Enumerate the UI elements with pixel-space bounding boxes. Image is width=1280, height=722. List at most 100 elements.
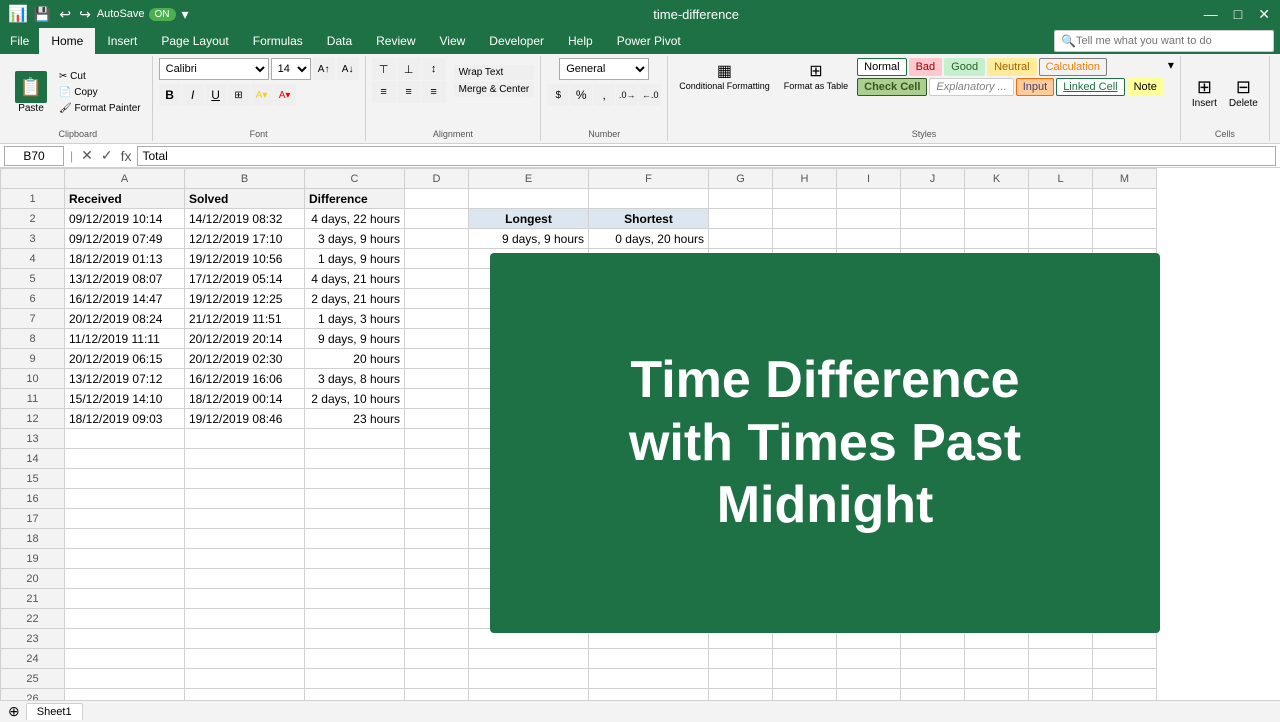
- col-header-f[interactable]: F: [589, 169, 709, 189]
- cell-C3[interactable]: 3 days, 9 hours: [305, 229, 405, 249]
- cell-G2[interactable]: [709, 209, 773, 229]
- cell-M1[interactable]: [1093, 189, 1157, 209]
- cell-B22[interactable]: [185, 609, 305, 629]
- tab-power-pivot[interactable]: Power Pivot: [605, 28, 693, 54]
- cell-G3[interactable]: [709, 229, 773, 249]
- underline-button[interactable]: U: [205, 84, 227, 106]
- cell-E25[interactable]: [469, 669, 589, 689]
- cell-H25[interactable]: [773, 669, 837, 689]
- cancel-formula-button[interactable]: ✕: [79, 147, 95, 164]
- cell-B9[interactable]: 20/12/2019 02:30: [185, 349, 305, 369]
- cell-B6[interactable]: 19/12/2019 12:25: [185, 289, 305, 309]
- cell-A9[interactable]: 20/12/2019 06:15: [65, 349, 185, 369]
- style-check-cell[interactable]: Check Cell: [857, 78, 927, 96]
- cell-E3[interactable]: 9 days, 9 hours: [469, 229, 589, 249]
- format-as-table-button[interactable]: ⊞ Format as Table: [779, 58, 853, 94]
- align-bottom-button[interactable]: ↕: [422, 58, 446, 80]
- cell-B5[interactable]: 17/12/2019 05:14: [185, 269, 305, 289]
- cell-A16[interactable]: [65, 489, 185, 509]
- cell-D14[interactable]: [405, 449, 469, 469]
- insert-button[interactable]: ⊞ Insert: [1187, 74, 1222, 112]
- sheet-tab-sheet1[interactable]: Sheet1: [26, 703, 83, 720]
- border-button[interactable]: ⊞: [228, 84, 250, 106]
- confirm-formula-button[interactable]: ✓: [99, 147, 115, 164]
- styles-dropdown-button[interactable]: ▾: [1168, 58, 1174, 72]
- cell-A21[interactable]: [65, 589, 185, 609]
- cell-D2[interactable]: [405, 209, 469, 229]
- col-header-g[interactable]: G: [709, 169, 773, 189]
- cell-C2[interactable]: 4 days, 22 hours: [305, 209, 405, 229]
- search-bar[interactable]: 🔍: [1054, 30, 1274, 52]
- cell-B3[interactable]: 12/12/2019 17:10: [185, 229, 305, 249]
- col-header-i[interactable]: I: [837, 169, 901, 189]
- cell-A15[interactable]: [65, 469, 185, 489]
- cell-K2[interactable]: [965, 209, 1029, 229]
- italic-button[interactable]: I: [182, 84, 204, 106]
- cell-B14[interactable]: [185, 449, 305, 469]
- cell-D4[interactable]: [405, 249, 469, 269]
- cell-D11[interactable]: [405, 389, 469, 409]
- cell-C15[interactable]: [305, 469, 405, 489]
- cell-A6[interactable]: 16/12/2019 14:47: [65, 289, 185, 309]
- align-right-button[interactable]: ≡: [422, 81, 446, 103]
- cell-B19[interactable]: [185, 549, 305, 569]
- style-calculation[interactable]: Calculation: [1039, 58, 1107, 76]
- minimize-icon[interactable]: —: [1202, 6, 1220, 22]
- format-painter-button[interactable]: 🖌 Format Painter: [54, 101, 146, 116]
- cell-J24[interactable]: [901, 649, 965, 669]
- cell-A1[interactable]: Received: [65, 189, 185, 209]
- percent-button[interactable]: %: [570, 84, 592, 106]
- style-linked-cell[interactable]: Linked Cell: [1056, 78, 1124, 96]
- align-top-button[interactable]: ⊤: [372, 58, 396, 80]
- col-header-b[interactable]: B: [185, 169, 305, 189]
- align-middle-button[interactable]: ⊥: [397, 58, 421, 80]
- cell-A7[interactable]: 20/12/2019 08:24: [65, 309, 185, 329]
- font-size-select[interactable]: 14: [271, 58, 311, 80]
- col-header-m[interactable]: M: [1093, 169, 1157, 189]
- cell-A19[interactable]: [65, 549, 185, 569]
- cell-C21[interactable]: [305, 589, 405, 609]
- cell-D19[interactable]: [405, 549, 469, 569]
- merge-center-button[interactable]: Merge & Center: [454, 82, 535, 97]
- cell-C23[interactable]: [305, 629, 405, 649]
- cell-B17[interactable]: [185, 509, 305, 529]
- cell-D13[interactable]: [405, 429, 469, 449]
- cell-F24[interactable]: [589, 649, 709, 669]
- cell-A14[interactable]: [65, 449, 185, 469]
- cell-B18[interactable]: [185, 529, 305, 549]
- cell-C25[interactable]: [305, 669, 405, 689]
- cell-D8[interactable]: [405, 329, 469, 349]
- tab-data[interactable]: Data: [315, 28, 364, 54]
- col-header-a[interactable]: A: [65, 169, 185, 189]
- cell-reference-box[interactable]: [4, 146, 64, 166]
- cell-B8[interactable]: 20/12/2019 20:14: [185, 329, 305, 349]
- style-note[interactable]: Note: [1127, 78, 1164, 96]
- cell-C13[interactable]: [305, 429, 405, 449]
- tab-help[interactable]: Help: [556, 28, 605, 54]
- cell-M24[interactable]: [1093, 649, 1157, 669]
- cell-K3[interactable]: [965, 229, 1029, 249]
- wrap-text-button[interactable]: Wrap Text: [454, 65, 535, 80]
- cell-D6[interactable]: [405, 289, 469, 309]
- cell-D23[interactable]: [405, 629, 469, 649]
- cell-L24[interactable]: [1029, 649, 1093, 669]
- cell-C18[interactable]: [305, 529, 405, 549]
- cell-C8[interactable]: 9 days, 9 hours: [305, 329, 405, 349]
- cell-D17[interactable]: [405, 509, 469, 529]
- style-neutral[interactable]: Neutral: [987, 58, 1036, 76]
- tab-review[interactable]: Review: [364, 28, 427, 54]
- cell-A2[interactable]: 09/12/2019 10:14: [65, 209, 185, 229]
- cell-B10[interactable]: 16/12/2019 16:06: [185, 369, 305, 389]
- increase-font-size-button[interactable]: A↑: [313, 58, 335, 80]
- cell-D20[interactable]: [405, 569, 469, 589]
- cell-L25[interactable]: [1029, 669, 1093, 689]
- tab-developer[interactable]: Developer: [477, 28, 556, 54]
- cell-D5[interactable]: [405, 269, 469, 289]
- col-header-k[interactable]: K: [965, 169, 1029, 189]
- close-icon[interactable]: ✕: [1256, 6, 1272, 23]
- col-header-h[interactable]: H: [773, 169, 837, 189]
- cell-F3[interactable]: 0 days, 20 hours: [589, 229, 709, 249]
- cell-F1[interactable]: [589, 189, 709, 209]
- align-center-button[interactable]: ≡: [397, 81, 421, 103]
- cell-A22[interactable]: [65, 609, 185, 629]
